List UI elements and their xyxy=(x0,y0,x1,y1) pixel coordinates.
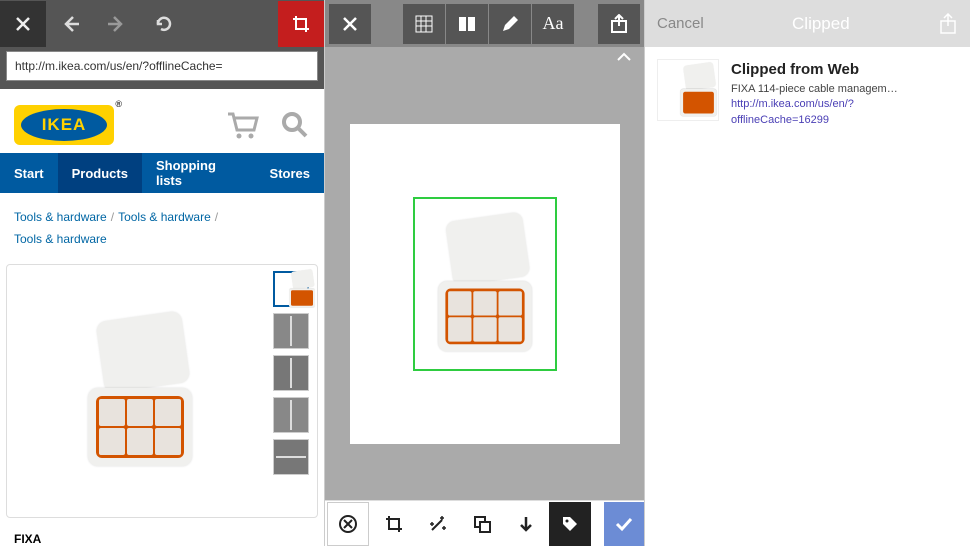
browser-panel: IKEA ® Start Products Shopping lists Sto… xyxy=(0,0,325,546)
overlap-icon[interactable] xyxy=(461,502,503,546)
chevron-up-icon[interactable] xyxy=(616,52,632,62)
clip-info: Clipped from Web FIXA 114-piece cable ma… xyxy=(731,59,898,128)
pencil-icon[interactable] xyxy=(489,4,531,44)
product-main-image[interactable] xyxy=(13,271,267,511)
thumbnail[interactable] xyxy=(273,397,309,433)
text-icon[interactable]: Aa xyxy=(532,4,574,44)
selection-box[interactable] xyxy=(413,197,557,371)
breadcrumb-link[interactable]: Tools & hardware xyxy=(118,210,211,224)
registered-mark: ® xyxy=(115,99,122,109)
nav-shopping-lists[interactable]: Shopping lists xyxy=(142,153,256,193)
cart-icon[interactable] xyxy=(226,110,260,140)
nav-stores[interactable]: Stores xyxy=(256,153,324,193)
editor-bottom-toolbar xyxy=(325,500,644,546)
grid-icon[interactable] xyxy=(403,4,445,44)
crop-icon[interactable] xyxy=(373,502,415,546)
breadcrumb-link[interactable]: Tools & hardware xyxy=(14,232,107,246)
tag-icon[interactable] xyxy=(549,502,591,546)
cancel-button[interactable]: Cancel xyxy=(657,15,704,32)
site-header: IKEA ® xyxy=(0,89,324,153)
clip-url[interactable]: http://m.ikea.com/us/en/?offlineCache=16… xyxy=(731,97,898,128)
clip-subtitle: FIXA 114-piece cable managem… xyxy=(731,82,898,97)
clip-heading: Clipped from Web xyxy=(731,59,898,80)
thumbnail-list xyxy=(273,271,311,511)
product-name: FIXA xyxy=(0,518,324,546)
editor-canvas[interactable] xyxy=(325,67,644,500)
url-bar xyxy=(0,47,324,89)
clip-thumbnail xyxy=(657,59,719,121)
nav-start[interactable]: Start xyxy=(0,153,58,193)
forward-button[interactable] xyxy=(94,1,140,47)
split-icon[interactable] xyxy=(446,4,488,44)
close-button[interactable] xyxy=(0,1,46,47)
close-button[interactable] xyxy=(329,4,371,44)
ikea-logo-text: IKEA xyxy=(21,109,107,141)
crop-button[interactable] xyxy=(278,1,324,47)
thumbnail[interactable] xyxy=(273,439,309,475)
clipped-header: Cancel Clipped xyxy=(645,0,970,47)
search-icon[interactable] xyxy=(280,110,310,140)
clipped-panel: Cancel Clipped Clipped from Web FIXA 114… xyxy=(645,0,970,546)
editor-subbar xyxy=(325,47,644,67)
cancel-icon[interactable] xyxy=(327,502,369,546)
arrow-down-icon[interactable] xyxy=(505,502,547,546)
editor-toolbar: Aa xyxy=(325,0,644,47)
confirm-button[interactable] xyxy=(604,502,644,546)
editor-page xyxy=(350,124,620,444)
url-input[interactable] xyxy=(6,51,318,81)
nav-products[interactable]: Products xyxy=(58,153,142,193)
breadcrumb-link[interactable]: Tools & hardware xyxy=(14,210,107,224)
ikea-logo[interactable]: IKEA ® xyxy=(14,105,114,145)
thumbnail[interactable] xyxy=(273,313,309,349)
back-button[interactable] xyxy=(47,1,93,47)
thumbnail[interactable] xyxy=(273,271,309,307)
reload-button[interactable] xyxy=(141,1,187,47)
clipped-item[interactable]: Clipped from Web FIXA 114-piece cable ma… xyxy=(645,47,970,140)
thumbnail[interactable] xyxy=(273,355,309,391)
product-gallery xyxy=(6,264,318,518)
browser-toolbar xyxy=(0,0,324,47)
share-icon[interactable] xyxy=(938,13,958,35)
header-title: Clipped xyxy=(704,14,938,34)
main-nav: Start Products Shopping lists Stores xyxy=(0,153,324,193)
editor-panel: Aa xyxy=(325,0,645,546)
share-icon[interactable] xyxy=(598,4,640,44)
wand-icon[interactable] xyxy=(417,502,459,546)
breadcrumb: Tools & hardware/Tools & hardware/ Tools… xyxy=(0,193,324,258)
